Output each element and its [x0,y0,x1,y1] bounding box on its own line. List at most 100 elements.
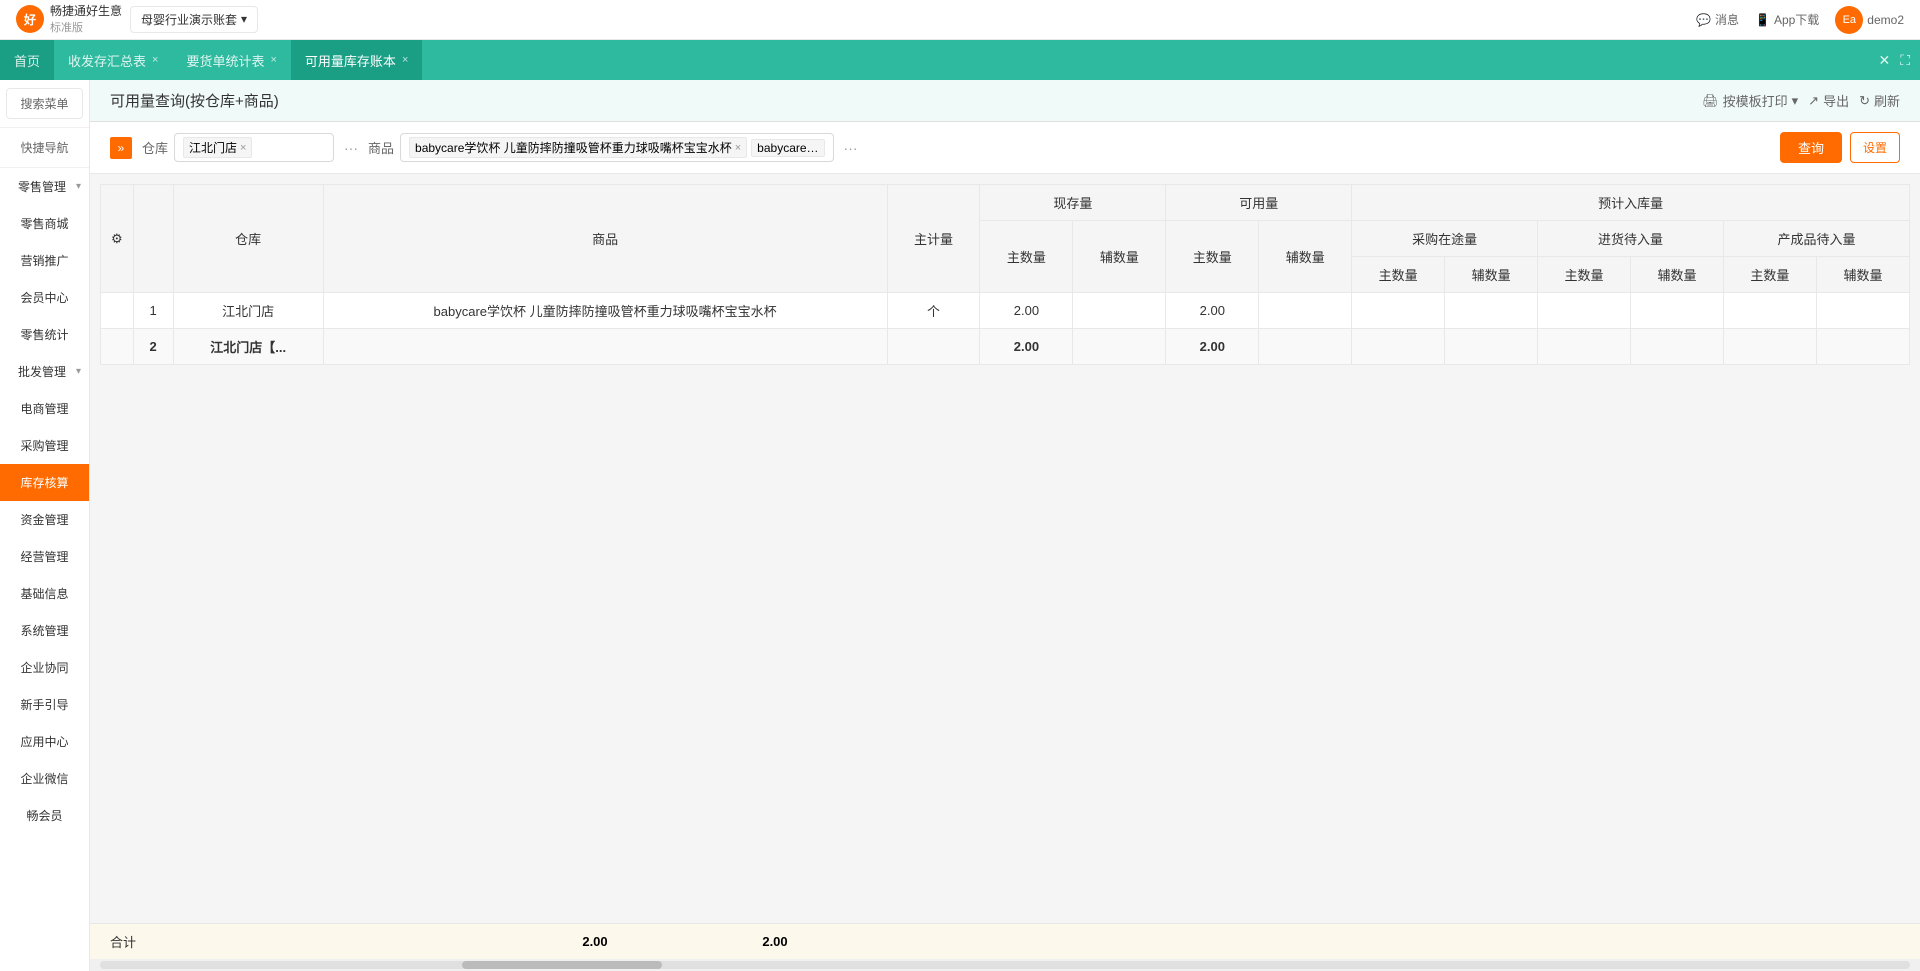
td-num-2: 2 [133,329,173,365]
warehouse-filter-more[interactable]: ··· [344,140,358,156]
scroll-bar-thumb[interactable] [462,961,662,969]
search-menu-button[interactable]: 搜索菜单 [6,88,83,119]
sidebar-item-retail-stats[interactable]: 零售统计 [0,316,89,353]
industry-selector[interactable]: 母婴行业演示账套 [130,6,258,33]
message-label: 消息 [1715,11,1739,28]
warehouse-tag-remove[interactable]: × [240,142,246,154]
print-button[interactable]: 🖨 按模板打印 [1702,91,1798,110]
table-row-subtotal: 2 江北门店【... 2.00 2.00 [101,329,1910,365]
sidebar-item-basic-info[interactable]: 基础信息 [0,575,89,612]
logo-sub: 标准版 [50,19,122,35]
data-table: 仓库 商品 主计量 现存量 可用量 预计入库量 主数量 辅数量 主数量 辅数量 … [100,184,1910,365]
tab-receipts-close[interactable]: × [152,54,158,66]
tab-order-stats[interactable]: 要货单统计表 × [172,40,290,80]
td-purchase-main-2 [1352,329,1445,365]
warehouse-filter-label: 仓库 [142,138,168,157]
filter-area: » 仓库 江北门店 × ··· 商品 babycare学饮杯 儿童防摔防撞吸管杯… [90,122,1920,174]
td-production-aux-1 [1816,293,1909,329]
product-filter-more[interactable]: ··· [844,140,858,156]
sidebar-item-ecommerce[interactable]: 电商管理 [0,390,89,427]
export-button[interactable]: ↗ 导出 [1808,91,1849,110]
tab-receipts[interactable]: 收发存汇总表 × [54,40,172,80]
filter-expand-button[interactable]: » [110,137,132,159]
td-unit-1: 个 [887,293,980,329]
message-button[interactable]: 💬 消息 [1696,11,1739,28]
warehouse-tag-value: 江北门店 [189,139,237,156]
td-product-1: babycare学饮杯 儿童防摔防撞吸管杯重力球吸嘴杯宝宝水杯 [323,293,887,329]
refresh-button[interactable]: ↻ 刷新 [1859,91,1900,110]
product-filter-group: 商品 babycare学饮杯 儿童防摔防撞吸管杯重力球吸嘴杯宝宝水杯 × bab… [368,133,858,162]
td-settings-2 [101,329,134,365]
th-production-aux: 辅数量 [1816,257,1909,293]
table-container: 仓库 商品 主计量 现存量 可用量 预计入库量 主数量 辅数量 主数量 辅数量 … [90,174,1920,923]
sidebar-item-app-center[interactable]: 应用中心 [0,723,89,760]
sidebar-item-wholesale-mgmt[interactable]: 批发管理 [0,353,89,390]
sidebar-item-retail-mgmt[interactable]: 零售管理 [0,168,89,205]
td-incoming-main-2 [1538,329,1631,365]
sidebar-item-vip[interactable]: 畅会员 [0,797,89,834]
td-num-1: 1 [133,293,173,329]
message-icon: 💬 [1696,13,1711,27]
td-purchase-aux-2 [1445,329,1538,365]
product-tag-1-remove[interactable]: × [735,142,741,154]
query-button[interactable]: 查询 [1780,132,1842,163]
nav-tab-controls: ✕ ⛶ [1868,40,1920,80]
quick-nav-button[interactable]: 快捷导航 [4,134,85,161]
filter-action-buttons: 查询 设置 [1780,132,1900,163]
tab-available-stock-label: 可用量库存账本 [305,51,396,70]
th-production-group: 产成品待入量 [1723,221,1909,257]
footer-values: 2.00 2.00 [265,934,1900,949]
tab-order-stats-label: 要货单统计表 [186,51,264,70]
warehouse-filter-input[interactable]: 江北门店 × [174,133,334,162]
product-filter-input[interactable]: babycare学饮杯 儿童防摔防撞吸管杯重力球吸嘴杯宝宝水杯 × babyca… [400,133,834,162]
td-production-main-1 [1723,293,1816,329]
industry-label: 母婴行业演示账套 [141,11,237,28]
sidebar-item-retail-mall[interactable]: 零售商城 [0,205,89,242]
th-num [133,185,173,293]
print-label: 按模板打印 [1723,91,1788,110]
app-download-button[interactable]: 📱 App下载 [1755,11,1819,28]
scroll-bar-area[interactable] [90,959,1920,971]
sidebar-item-purchase[interactable]: 采购管理 [0,427,89,464]
setting-button[interactable]: 设置 [1850,132,1900,163]
page-title: 可用量查询(按仓库+商品) [110,90,279,111]
tab-expand-button[interactable]: ⛶ [1900,52,1910,69]
warehouse-filter-group: 仓库 江北门店 × ··· [142,133,358,162]
th-unit: 主计量 [887,185,980,293]
sidebar-item-member-center[interactable]: 会员中心 [0,279,89,316]
sidebar-quick-nav-area: 快捷导航 [0,128,89,168]
tab-close-all-button[interactable]: ✕ [1878,52,1890,69]
gear-icon[interactable] [111,231,123,246]
sidebar-item-enterprise[interactable]: 企业协同 [0,649,89,686]
table-footer: 合计 2.00 2.00 [90,923,1920,959]
tab-order-stats-close[interactable]: × [270,54,276,66]
tab-available-stock[interactable]: 可用量库存账本 × [291,40,422,80]
tab-available-stock-close[interactable]: × [402,54,408,66]
chevron-down-icon [241,12,247,26]
sidebar-item-inventory[interactable]: 库存核算 [0,464,89,501]
td-product-2 [323,329,887,365]
sidebar-item-guide[interactable]: 新手引导 [0,686,89,723]
td-unit-2 [887,329,980,365]
th-incoming-group: 进货待入量 [1538,221,1724,257]
td-production-aux-2 [1816,329,1909,365]
sidebar-item-marketing[interactable]: 营销推广 [0,242,89,279]
sidebar-item-wechat[interactable]: 企业微信 [0,760,89,797]
tab-home[interactable]: 首页 [0,40,54,80]
td-available-aux-2 [1259,329,1352,365]
user-avatar-area[interactable]: Ea demo2 [1835,6,1904,34]
logo-text: 畅捷通好生意 [50,4,122,18]
sidebar-item-finance[interactable]: 资金管理 [0,501,89,538]
product-tag-1: babycare学饮杯 儿童防摔防撞吸管杯重力球吸嘴杯宝宝水杯 × [409,137,747,158]
th-current-stock-group: 现存量 [980,185,1166,221]
td-available-main-1: 2.00 [1166,293,1259,329]
td-purchase-main-1 [1352,293,1445,329]
page-actions: 🖨 按模板打印 ↗ 导出 ↻ 刷新 [1702,91,1900,110]
sidebar-item-business[interactable]: 经营管理 [0,538,89,575]
refresh-label: 刷新 [1874,91,1900,110]
nav-tabs: 首页 收发存汇总表 × 要货单统计表 × 可用量库存账本 × ✕ ⛶ [0,40,1920,80]
sidebar-item-system[interactable]: 系统管理 [0,612,89,649]
warehouse-tag: 江北门店 × [183,137,252,158]
th-incoming-aux: 辅数量 [1631,257,1724,293]
app-download-icon: 📱 [1755,13,1770,27]
